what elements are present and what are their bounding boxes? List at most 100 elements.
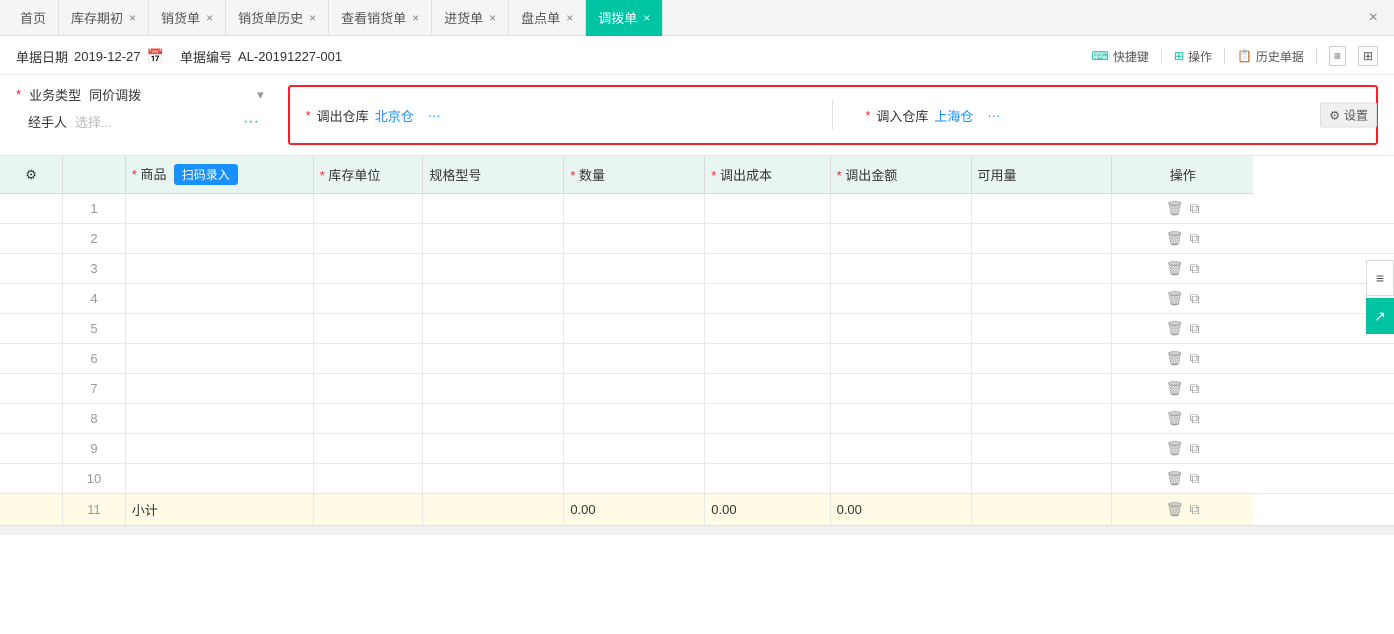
tab-sales-order[interactable]: 销货单 × xyxy=(149,0,226,36)
settings-gear-icon: ⚙ xyxy=(1329,108,1340,122)
tab-close-purchase-order[interactable]: × xyxy=(489,11,496,25)
list-view-button[interactable]: ≡ xyxy=(1329,46,1346,66)
out-warehouse-value[interactable]: 北京仓 xyxy=(375,106,414,125)
tab-close-transfer-order[interactable]: × xyxy=(643,11,650,25)
tab-bar: 首页 库存期初 × 销货单 × 销货单历史 × 查看销货单 × 进货单 × 盘点… xyxy=(0,0,1394,36)
column-amount: * 调出金额 xyxy=(830,156,971,194)
doc-number-value: AL-20191227-001 xyxy=(238,49,342,64)
document-header: 单据日期 2019-12-27 📅 单据编号 AL-20191227-001 ⌨… xyxy=(0,36,1394,75)
table-row: 4 🗑 ⧉ xyxy=(0,284,1394,314)
shortcut-icon: ⌨ xyxy=(1092,49,1109,63)
column-gear[interactable]: ⚙ xyxy=(0,156,63,194)
tab-sales-history[interactable]: 销货单历史 × xyxy=(226,0,329,36)
tab-inventory-init[interactable]: 库存期初 × xyxy=(59,0,149,36)
in-warehouse-value[interactable]: 上海仓 xyxy=(934,106,973,125)
shortcuts-button[interactable]: ⌨ 快捷键 xyxy=(1092,48,1149,65)
table-row: 7 🗑 ⧉ xyxy=(0,374,1394,404)
copy-icon[interactable]: ⧉ xyxy=(1190,260,1200,277)
tab-close-inventory-count[interactable]: × xyxy=(566,11,573,25)
close-all-button[interactable]: × xyxy=(1361,9,1386,27)
delete-icon[interactable]: 🗑 xyxy=(1166,320,1184,337)
table-row: 3 🗑 ⧉ xyxy=(0,254,1394,284)
history-icon: 📋 xyxy=(1237,49,1252,63)
column-seq xyxy=(63,156,126,194)
tab-close-sales-order[interactable]: × xyxy=(206,11,213,25)
tab-close-inventory-init[interactable]: × xyxy=(129,11,136,25)
copy-icon[interactable]: ⧉ xyxy=(1190,320,1200,337)
table-row: 1 🗑 ⧉ xyxy=(0,194,1394,224)
tab-close-sales-history[interactable]: × xyxy=(309,11,316,25)
delete-icon[interactable]: 🗑 xyxy=(1166,350,1184,367)
divider2 xyxy=(1224,48,1225,64)
copy-icon[interactable]: ⧉ xyxy=(1190,410,1200,427)
delete-icon[interactable]: 🗑 xyxy=(1166,440,1184,457)
column-action: 操作 xyxy=(1112,156,1253,194)
biz-type-field: * 业务类型 同价调拨 ▾ xyxy=(16,85,264,104)
scan-input-button[interactable]: 扫码录入 xyxy=(174,164,238,185)
warehouse-settings-button[interactable]: ⚙ 设置 xyxy=(1320,103,1377,128)
delete-icon[interactable]: 🗑 xyxy=(1166,410,1184,427)
tab-inventory-count[interactable]: 盘点单 × xyxy=(509,0,586,36)
delete-icon[interactable]: 🗑 xyxy=(1166,230,1184,247)
actions-button[interactable]: ⊞ 操作 xyxy=(1174,48,1212,65)
tab-close-view-sales[interactable]: × xyxy=(412,11,419,25)
in-warehouse-field: * 调入仓库 上海仓 ··· xyxy=(865,106,1360,125)
items-table-container: ⚙ * 商品 扫码录入 * 库存单位 规格型号 * 数量 xyxy=(0,155,1394,525)
biz-type-value[interactable]: 同价调拨 xyxy=(89,85,249,104)
copy-icon[interactable]: ⧉ xyxy=(1190,230,1200,247)
copy-icon[interactable]: ⧉ xyxy=(1190,200,1200,217)
delete-icon[interactable]: 🗑 xyxy=(1166,501,1184,518)
tab-home[interactable]: 首页 xyxy=(8,0,59,36)
table-row: 8 🗑 ⧉ xyxy=(0,404,1394,434)
copy-icon[interactable]: ⧉ xyxy=(1190,501,1200,518)
right-panel-expand-button[interactable]: ↗ xyxy=(1366,298,1394,334)
subtotal-label: 小计 xyxy=(125,494,313,526)
horizontal-scrollbar[interactable] xyxy=(0,525,1394,535)
column-product: * 商品 扫码录入 xyxy=(125,156,313,194)
warehouse-box: * 调出仓库 北京仓 ··· * 调入仓库 上海仓 ··· ⚙ 设置 xyxy=(288,85,1378,145)
out-warehouse-field: * 调出仓库 北京仓 ··· xyxy=(306,106,801,125)
out-warehouse-more-icon[interactable]: ··· xyxy=(428,108,441,123)
action-icon: ⊞ xyxy=(1174,49,1184,63)
column-available: 可用量 xyxy=(971,156,1112,194)
copy-icon[interactable]: ⧉ xyxy=(1190,290,1200,307)
table-row: 9 🗑 ⧉ xyxy=(0,434,1394,464)
items-table: ⚙ * 商品 扫码录入 * 库存单位 规格型号 * 数量 xyxy=(0,156,1394,525)
history-button[interactable]: 📋 历史单据 xyxy=(1237,48,1304,65)
column-unit: * 库存单位 xyxy=(313,156,423,194)
copy-icon[interactable]: ⧉ xyxy=(1190,380,1200,397)
handler-field: 经手人 选择... ··· xyxy=(16,112,264,131)
divider3 xyxy=(1316,48,1317,64)
doc-number-field: 单据编号 AL-20191227-001 xyxy=(180,47,342,66)
column-qty: * 数量 xyxy=(564,156,705,194)
tab-purchase-order[interactable]: 进货单 × xyxy=(432,0,509,36)
copy-icon[interactable]: ⧉ xyxy=(1190,350,1200,367)
tab-view-sales[interactable]: 查看销货单 × xyxy=(329,0,432,36)
table-row: 5 🗑 ⧉ xyxy=(0,314,1394,344)
date-field: 单据日期 2019-12-27 📅 xyxy=(16,47,164,66)
table-row: 11 小计 0.00 0.00 0.00 🗑 ⧉ xyxy=(0,494,1394,526)
right-panel-list-button[interactable]: ≡ xyxy=(1366,260,1394,296)
handler-more-icon[interactable]: ··· xyxy=(243,114,259,130)
delete-icon[interactable]: 🗑 xyxy=(1166,200,1184,217)
tab-transfer-order[interactable]: 调拨单 × xyxy=(586,0,663,36)
table-row: 2 🗑 ⧉ xyxy=(0,224,1394,254)
delete-icon[interactable]: 🗑 xyxy=(1166,470,1184,487)
divider1 xyxy=(1161,48,1162,64)
copy-icon[interactable]: ⧉ xyxy=(1190,440,1200,457)
grid-view-button[interactable]: ⊞ xyxy=(1358,46,1378,66)
calendar-icon[interactable]: 📅 xyxy=(147,48,164,65)
form-area: * 业务类型 同价调拨 ▾ 经手人 选择... ··· * 调出仓库 北京仓 ·… xyxy=(0,75,1394,155)
delete-icon[interactable]: 🗑 xyxy=(1166,260,1184,277)
table-row: 10 🗑 ⧉ xyxy=(0,464,1394,494)
in-warehouse-more-icon[interactable]: ··· xyxy=(987,108,1000,123)
column-spec: 规格型号 xyxy=(423,156,564,194)
copy-icon[interactable]: ⧉ xyxy=(1190,470,1200,487)
warehouse-divider xyxy=(832,100,833,130)
form-left: * 业务类型 同价调拨 ▾ 经手人 选择... ··· xyxy=(16,85,264,131)
gear-icon: ⚙ xyxy=(25,167,37,182)
delete-icon[interactable]: 🗑 xyxy=(1166,380,1184,397)
delete-icon[interactable]: 🗑 xyxy=(1166,290,1184,307)
biz-type-dropdown-icon[interactable]: ▾ xyxy=(257,87,264,103)
handler-value[interactable]: 选择... xyxy=(75,112,235,131)
